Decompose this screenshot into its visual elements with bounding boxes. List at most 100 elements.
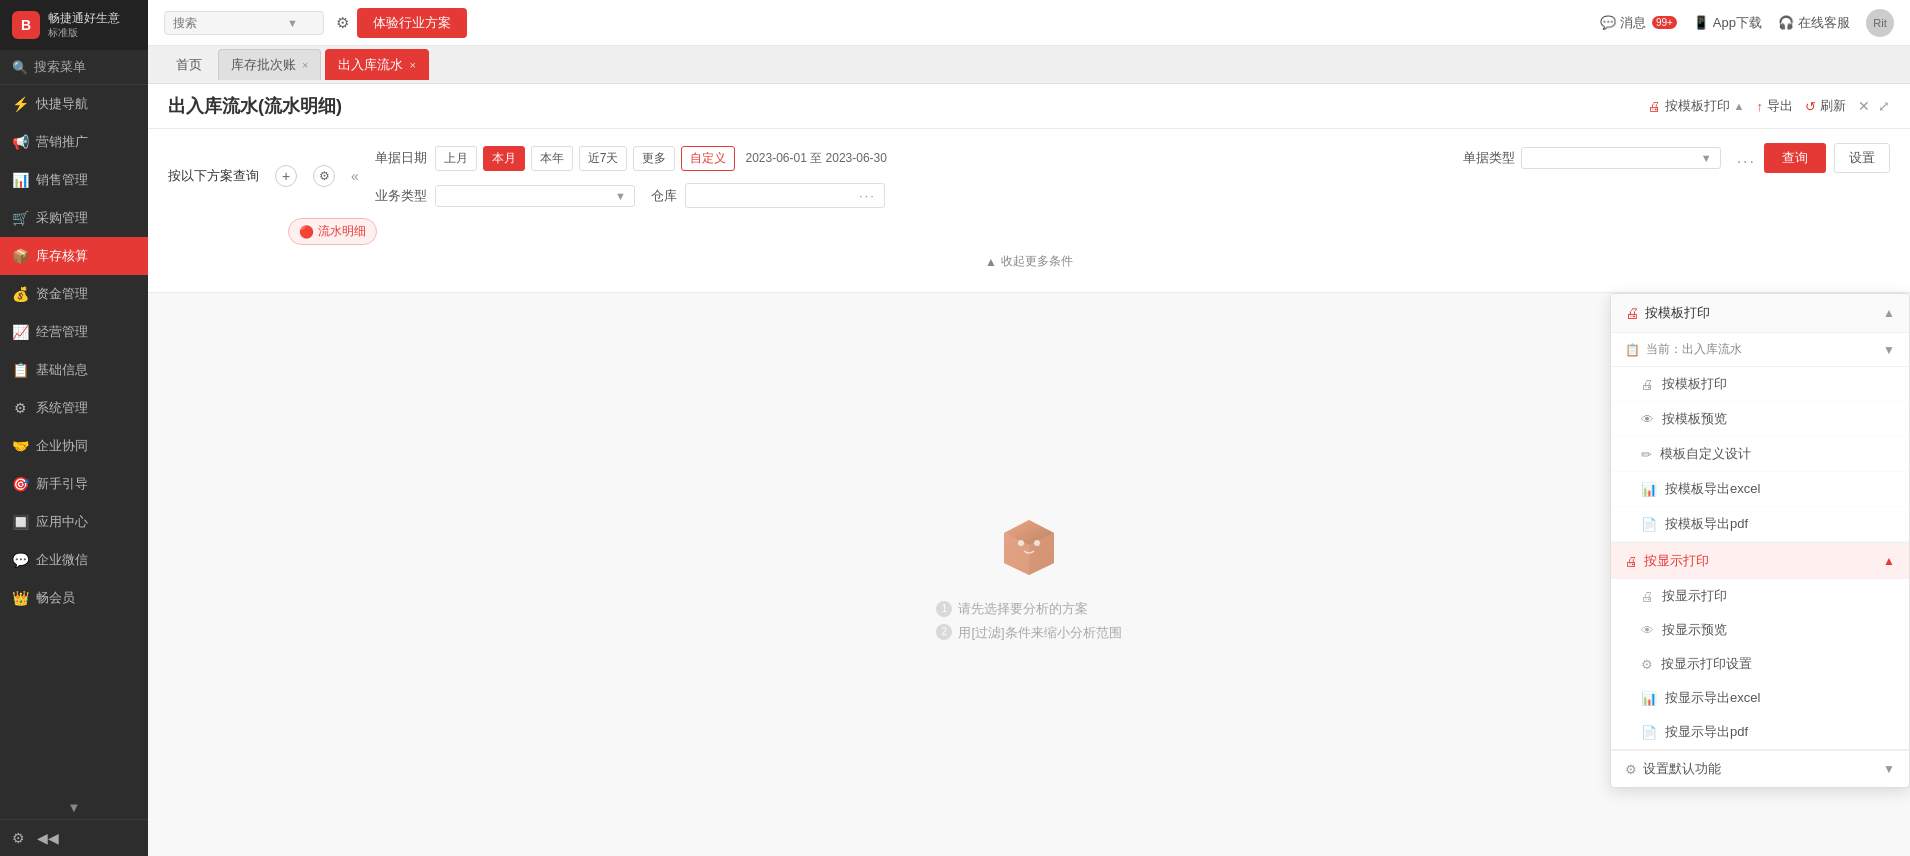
date-filter-field: 单据日期 上月 本月 本年 近7天 更多 自定义 2023-06-01 至 20… — [375, 146, 887, 171]
sidebar-item-purchase[interactable]: 🛒 采购管理 — [0, 199, 148, 237]
bill-type-select[interactable]: ▼ — [1521, 147, 1721, 169]
system-icon: ⚙ — [12, 400, 28, 416]
topbar-message[interactable]: 💬 消息 99+ — [1600, 14, 1677, 32]
page-header-actions: 🖨 按模板打印 ▲ ↑ 导出 ↺ 刷新 ✕ ⤢ — [1648, 97, 1890, 115]
sidebar-scroll-down[interactable]: ▼ — [0, 796, 148, 819]
sidebar-item-marketing[interactable]: 📢 营销推广 — [0, 123, 148, 161]
sidebar-item-label: 销售管理 — [36, 171, 88, 189]
dropdown-item-template-excel[interactable]: 📊 按模板导出excel — [1611, 472, 1909, 507]
warehouse-dots-icon[interactable]: ··· — [859, 188, 876, 203]
sidebar-item-system[interactable]: ⚙ 系统管理 — [0, 389, 148, 427]
sidebar-item-quick-nav[interactable]: ⚡ 快捷导航 — [0, 85, 148, 123]
topbar-gear-icon[interactable]: ⚙ — [336, 14, 349, 32]
sidebar-item-label: 营销推广 — [36, 133, 88, 151]
sidebar-item-enterprise[interactable]: 🤝 企业协同 — [0, 427, 148, 465]
topbar-right: 💬 消息 99+ 📱 App下载 🎧 在线客服 Rit — [1600, 9, 1894, 37]
dropdown-item-display-settings[interactable]: ⚙ 按显示打印设置 — [1611, 647, 1909, 681]
sidebar-item-finance[interactable]: 💰 资金管理 — [0, 275, 148, 313]
sidebar-item-inventory[interactable]: 📦 库存核算 — [0, 237, 148, 275]
query-btn[interactable]: 查询 — [1764, 143, 1826, 173]
template-excel-label: 按模板导出excel — [1665, 480, 1760, 498]
dropdown-footer-chevron-icon[interactable]: ▼ — [1883, 762, 1895, 776]
topbar-search-box[interactable]: ▼ — [164, 11, 324, 35]
refresh-btn[interactable]: ↺ 刷新 — [1805, 97, 1846, 115]
sidebar: B 畅捷通好生意 标准版 🔍 搜索菜单 ⚡ 快捷导航 📢 营销推广 📊 销售管理… — [0, 0, 148, 856]
ellipsis-btn[interactable]: ... — [1737, 149, 1756, 167]
warehouse-field: 仓库 ··· — [651, 183, 1890, 208]
dropdown-section-display-header[interactable]: 🖨 按显示打印 ▲ — [1611, 543, 1909, 579]
tab-home[interactable]: 首页 — [164, 50, 214, 80]
dropdown-item-display-pdf[interactable]: 📄 按显示导出pdf — [1611, 715, 1909, 749]
display-preview-label: 按显示预览 — [1662, 621, 1727, 639]
date-more-btn[interactable]: 更多 — [633, 146, 675, 171]
template-print-icon: 🖨 — [1641, 377, 1654, 392]
sidebar-item-sales[interactable]: 📊 销售管理 — [0, 161, 148, 199]
date-this-month-btn[interactable]: 本月 — [483, 146, 525, 171]
refresh-label: 刷新 — [1820, 97, 1846, 115]
dropdown-item-template-pdf[interactable]: 📄 按模板导出pdf — [1611, 507, 1909, 542]
dropdown-item-display-preview[interactable]: 👁 按显示预览 — [1611, 613, 1909, 647]
sidebar-item-basic-info[interactable]: 📋 基础信息 — [0, 351, 148, 389]
settings-btn[interactable]: 设置 — [1834, 143, 1890, 173]
filter-tag-item[interactable]: 🔴 流水明细 — [288, 218, 377, 245]
empty-icon — [989, 505, 1069, 585]
collapse-up-icon: ▲ — [985, 255, 997, 269]
export-btn[interactable]: ↑ 导出 — [1757, 97, 1794, 115]
sidebar-item-app-center[interactable]: 🔲 应用中心 — [0, 503, 148, 541]
filter-gear-btn[interactable]: ⚙ — [313, 165, 335, 187]
display-excel-label: 按显示导出excel — [1665, 689, 1760, 707]
business-type-select[interactable]: ▼ — [435, 185, 635, 207]
sidebar-settings-icon[interactable]: ⚙ — [12, 830, 25, 846]
topbar-app-download[interactable]: 📱 App下载 — [1693, 14, 1762, 32]
filter-collapse-icon[interactable]: « — [351, 168, 359, 184]
dropdown-collapse-icon[interactable]: ▲ — [1883, 306, 1895, 320]
date-last-month-btn[interactable]: 上月 — [435, 146, 477, 171]
display-pdf-label: 按显示导出pdf — [1665, 723, 1748, 741]
message-label: 消息 — [1620, 14, 1646, 32]
sidebar-item-member[interactable]: 👑 畅会员 — [0, 579, 148, 617]
tab-batch-close[interactable]: × — [302, 60, 308, 71]
warehouse-input[interactable]: ··· — [685, 183, 885, 208]
sidebar-item-label: 采购管理 — [36, 209, 88, 227]
display-section-chevron-icon[interactable]: ▲ — [1883, 554, 1895, 568]
date-7days-btn[interactable]: 近7天 — [579, 146, 628, 171]
dropdown-item-template-print[interactable]: 🖨 按模板打印 — [1611, 367, 1909, 402]
sidebar-item-label: 经营管理 — [36, 323, 88, 341]
print-chevron-icon: ▲ — [1734, 100, 1745, 112]
app-download-icon: 📱 — [1693, 15, 1709, 30]
print-btn[interactable]: 🖨 按模板打印 ▲ — [1648, 97, 1745, 115]
sidebar-item-operations[interactable]: 📈 经营管理 — [0, 313, 148, 351]
user-avatar[interactable]: Rit — [1866, 9, 1894, 37]
toolbar-actions: ... 查询 设置 — [1737, 143, 1890, 173]
dropdown-current-text: 📋 当前：出入库流水 — [1625, 341, 1742, 358]
tab-home-label: 首页 — [176, 56, 202, 74]
sidebar-collapse-icon[interactable]: ◀◀ — [37, 830, 59, 846]
date-this-year-btn[interactable]: 本年 — [531, 146, 573, 171]
industry-btn[interactable]: 体验行业方案 — [357, 8, 467, 38]
filter-tag-label: 流水明细 — [318, 223, 366, 240]
window-close-btn[interactable]: ✕ — [1858, 98, 1870, 114]
template-print-label: 按模板打印 — [1662, 375, 1727, 393]
sidebar-item-enterprise-wx[interactable]: 💬 企业微信 — [0, 541, 148, 579]
topbar-online-service[interactable]: 🎧 在线客服 — [1778, 14, 1850, 32]
filter-add-btn[interactable]: + — [275, 165, 297, 187]
window-expand-btn[interactable]: ⤢ — [1878, 98, 1890, 114]
dropdown-footer: ⚙ 设置默认功能 ▼ — [1611, 750, 1909, 787]
tab-flow-close[interactable]: × — [409, 60, 415, 71]
collapse-more-btn[interactable]: ▲ 收起更多条件 — [168, 245, 1890, 278]
dropdown-item-template-preview[interactable]: 👁 按模板预览 — [1611, 402, 1909, 437]
print-icon: 🖨 — [1648, 99, 1661, 114]
sidebar-item-label: 快捷导航 — [36, 95, 88, 113]
sales-icon: 📊 — [12, 172, 28, 188]
tab-flow[interactable]: 出入库流水 × — [325, 49, 428, 80]
tab-batch[interactable]: 库存批次账 × — [218, 49, 321, 80]
dropdown-item-display-print[interactable]: 🖨 按显示打印 — [1611, 579, 1909, 613]
sidebar-search[interactable]: 🔍 搜索菜单 — [0, 50, 148, 85]
topbar-search-input[interactable] — [173, 16, 283, 30]
sidebar-item-guide[interactable]: 🎯 新手引导 — [0, 465, 148, 503]
date-custom-btn[interactable]: 自定义 — [681, 146, 735, 171]
dropdown-item-template-design[interactable]: ✏ 模板自定义设计 — [1611, 437, 1909, 472]
dropdown-item-display-excel[interactable]: 📊 按显示导出excel — [1611, 681, 1909, 715]
page-title: 出入库流水(流水明细) — [168, 94, 342, 118]
dropdown-current-chevron-icon[interactable]: ▼ — [1883, 343, 1895, 357]
